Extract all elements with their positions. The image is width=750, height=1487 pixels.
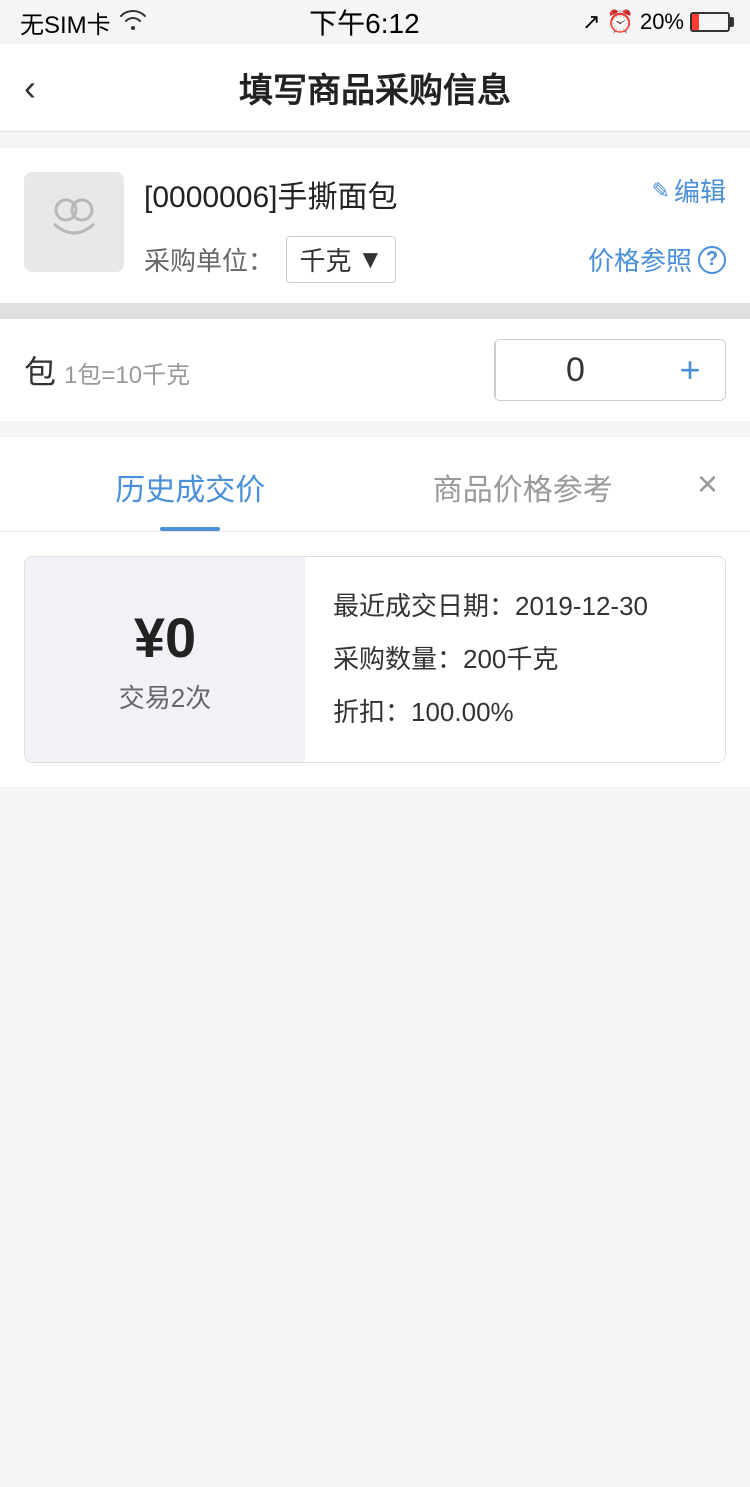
quantity-label: 包 1包=10千克 xyxy=(24,347,190,393)
quantity-label-text: 采购数量： xyxy=(333,644,463,674)
tab-close-button[interactable]: × xyxy=(689,463,726,505)
edit-label: 编辑 xyxy=(674,172,726,209)
purchase-quantity-row: 采购数量：200千克 xyxy=(333,640,697,679)
status-time: 下午6:12 xyxy=(309,2,420,42)
nav-bar: ‹ 填写商品采购信息 xyxy=(0,44,750,132)
tab2-label: 商品价格参考 xyxy=(433,474,613,507)
edit-button[interactable]: ✎ 编辑 xyxy=(652,172,726,209)
wifi-icon xyxy=(119,8,147,37)
product-logo-icon xyxy=(44,192,104,252)
status-bar: 无SIM卡 下午6:12 ↗ ⏰ 20% xyxy=(0,0,750,44)
discount-value: 100.00% xyxy=(411,697,514,727)
quantity-conversion: 1包=10千克 xyxy=(64,355,190,390)
tab-price-reference[interactable]: 商品价格参考 xyxy=(356,437,688,531)
price-number: 0 xyxy=(165,606,196,669)
divider xyxy=(0,303,750,319)
product-card: [0000006]手撕面包 ✎ 编辑 采购单位： 千克 ▼ 价格参照 ? xyxy=(0,148,750,303)
product-info: [0000006]手撕面包 ✎ 编辑 采购单位： 千克 ▼ 价格参照 ? xyxy=(144,172,726,283)
latest-date-label: 最近成交日期： xyxy=(333,591,515,621)
status-right: ↗ ⏰ 20% xyxy=(582,9,730,35)
history-content: ¥0 交易2次 最近成交日期：2019-12-30 采购数量：200千克 折扣：… xyxy=(0,532,750,787)
product-full-name: [0000006]手撕面包 xyxy=(144,172,397,216)
quantity-controls: + xyxy=(494,339,726,401)
alarm-icon: ⏰ xyxy=(607,9,634,35)
quantity-input[interactable] xyxy=(495,340,655,400)
back-button[interactable]: ‹ xyxy=(24,67,36,109)
discount-label: 折扣： xyxy=(333,697,411,727)
carrier-text: 无SIM卡 xyxy=(20,5,111,40)
tab-header: 历史成交价 商品价格参考 × xyxy=(0,437,750,532)
quantity-plus-button[interactable]: + xyxy=(655,340,725,400)
quantity-unit: 包 xyxy=(24,347,56,393)
help-icon: ? xyxy=(698,246,726,274)
price-ref-button[interactable]: 价格参照 ? xyxy=(588,241,726,278)
price-symbol: ¥ xyxy=(134,606,165,669)
product-header: [0000006]手撕面包 ✎ 编辑 xyxy=(144,172,726,216)
unit-value: 千克 xyxy=(299,241,351,278)
latest-date-row: 最近成交日期：2019-12-30 xyxy=(333,587,697,626)
battery-icon xyxy=(690,12,730,32)
trade-count: 交易2次 xyxy=(119,678,211,715)
unit-label: 采购单位： xyxy=(144,246,274,276)
tab-history-price[interactable]: 历史成交价 xyxy=(24,437,356,531)
quantity-value: 200千克 xyxy=(463,644,558,674)
history-price-section: ¥0 交易2次 xyxy=(25,557,305,762)
edit-icon: ✎ xyxy=(652,178,670,204)
history-detail-section: 最近成交日期：2019-12-30 采购数量：200千克 折扣：100.00% xyxy=(305,557,725,762)
location-icon: ↗ xyxy=(582,9,600,35)
history-card: ¥0 交易2次 最近成交日期：2019-12-30 采购数量：200千克 折扣：… xyxy=(24,556,726,763)
tab-section: 历史成交价 商品价格参考 × ¥0 交易2次 最近成交日期：2019-12-30… xyxy=(0,437,750,787)
battery-percent: 20% xyxy=(640,9,684,35)
product-unit-row: 采购单位： 千克 ▼ 价格参照 ? xyxy=(144,236,726,283)
price-ref-label: 价格参照 xyxy=(588,241,692,278)
quantity-row: 包 1包=10千克 + xyxy=(0,319,750,421)
latest-date-value: 2019-12-30 xyxy=(515,591,648,621)
unit-select[interactable]: 千克 ▼ xyxy=(286,236,396,283)
dropdown-icon: ▼ xyxy=(357,244,383,275)
tab1-label: 历史成交价 xyxy=(115,474,265,507)
main-background xyxy=(0,787,750,1487)
discount-row: 折扣：100.00% xyxy=(333,693,697,732)
unit-section: 采购单位： 千克 ▼ xyxy=(144,236,396,283)
status-left: 无SIM卡 xyxy=(20,5,147,40)
history-price-value: ¥0 xyxy=(134,605,196,670)
product-image xyxy=(24,172,124,272)
page-title: 填写商品采购信息 xyxy=(239,63,511,112)
